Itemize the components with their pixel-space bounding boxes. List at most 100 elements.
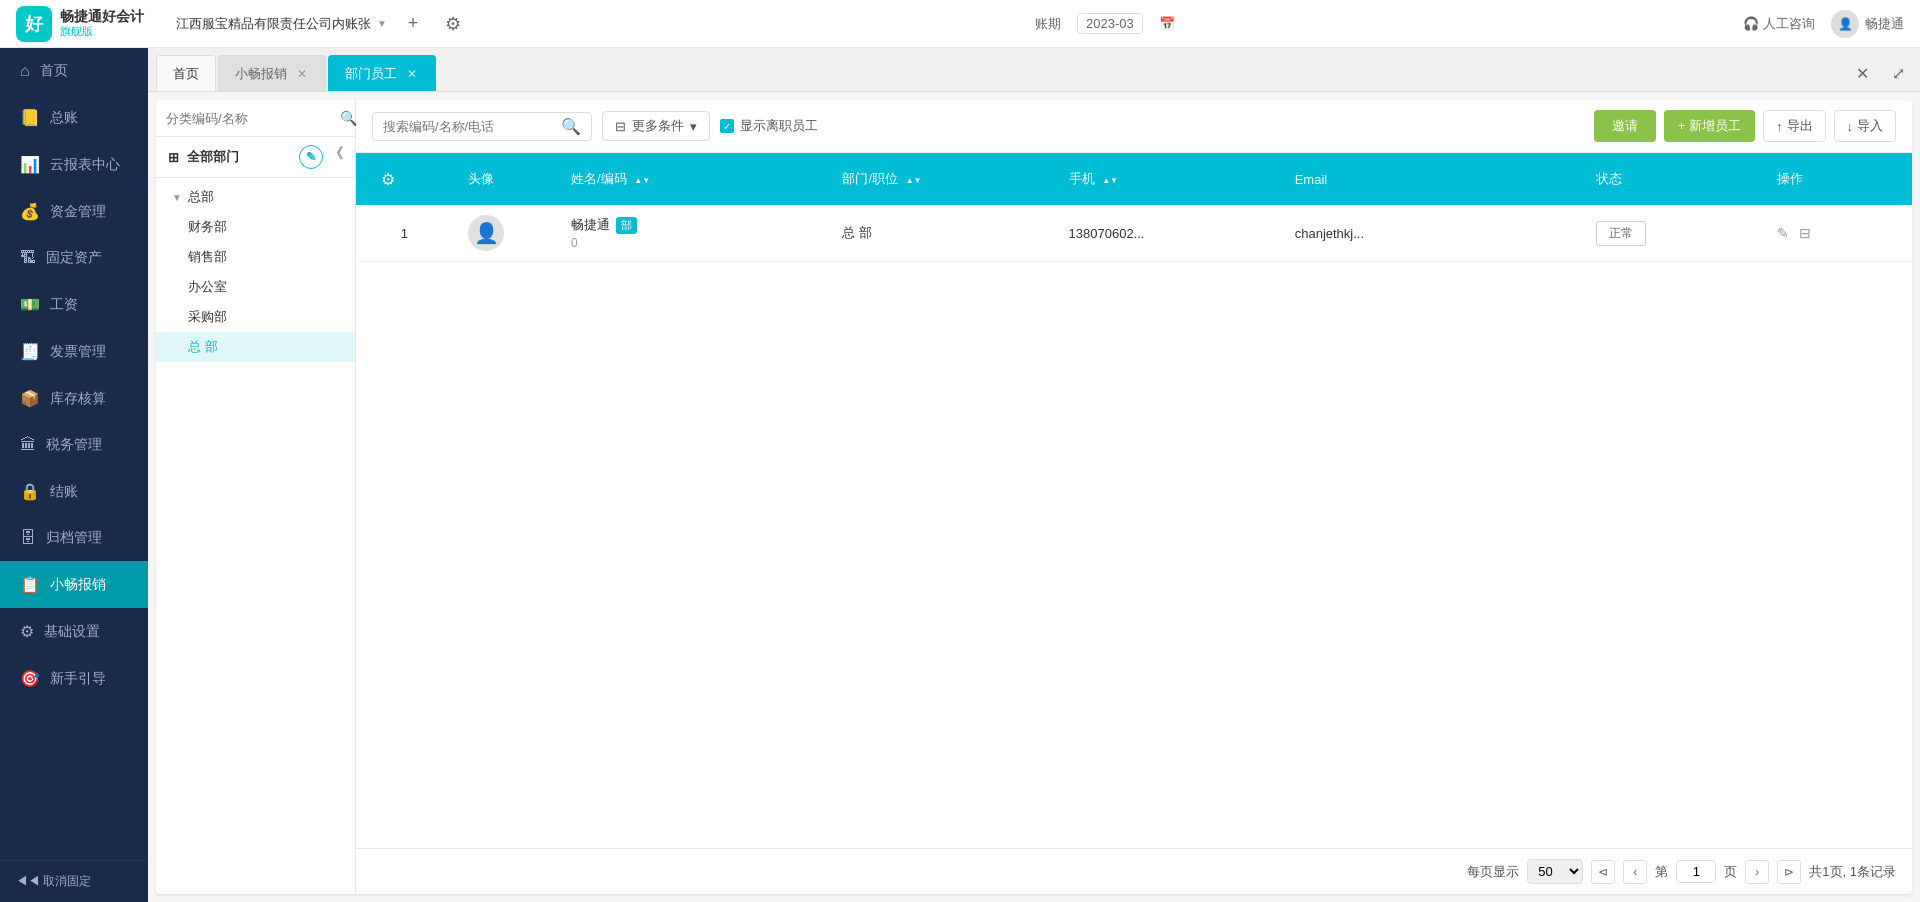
search-icon[interactable]: 🔍 (561, 117, 581, 136)
tab-xiaochang-expense[interactable]: 小畅报销 ✕ (218, 55, 326, 91)
last-page-btn[interactable]: ⊳ (1777, 860, 1801, 884)
tree-node-office-label: 办公室 (188, 278, 227, 296)
dept-grid-icon: ⊞ (168, 150, 179, 165)
tab-dept-employee[interactable]: 部门员工 ✕ (328, 55, 436, 91)
tree-node-finance-label: 财务部 (188, 218, 227, 236)
tree-node-sales[interactable]: 销售部 (156, 242, 355, 272)
per-page-select[interactable]: 50 100 (1527, 859, 1583, 884)
th-settings[interactable]: ⚙ (356, 153, 452, 205)
prev-page-btn[interactable]: ‹ (1623, 860, 1647, 884)
tree-header: ⊞ 全部部门 ✎ 《 (156, 137, 355, 178)
show-resigned-checkbox[interactable]: ✓ (720, 119, 734, 133)
sidebar-item-xiaochang[interactable]: 📋 小畅报销 (0, 561, 148, 608)
invite-button[interactable]: 邀请 (1594, 110, 1656, 142)
company-selector[interactable]: 江西服宝精品有限责任公司内账张 ▼ (176, 15, 387, 33)
content-area: 首页 小畅报销 ✕ 部门员工 ✕ ✕ ⤢ 🔍 (148, 48, 1920, 902)
sidebar-item-guide[interactable]: 🎯 新手引导 (0, 655, 148, 702)
employee-code: 0 (571, 236, 810, 250)
tree-node-finance[interactable]: 财务部 (156, 212, 355, 242)
sidebar-item-home[interactable]: ⌂ 首页 (0, 48, 148, 94)
logout-action-icon[interactable]: ⊟ (1799, 225, 1811, 241)
sidebar-item-close[interactable]: 🔒 结账 (0, 468, 148, 515)
sidebar-item-reports[interactable]: 📊 云报表中心 (0, 141, 148, 188)
sidebar-label-reports: 云报表中心 (50, 156, 120, 174)
sidebar-item-basic[interactable]: ⚙ 基础设置 (0, 608, 148, 655)
import-icon: ↓ (1847, 119, 1854, 134)
sidebar-label-general-ledger: 总账 (50, 109, 78, 127)
support-label: 人工咨询 (1763, 15, 1815, 33)
sidebar-item-payroll[interactable]: 💵 工资 (0, 281, 148, 328)
column-settings-icon[interactable]: ⚙ (372, 163, 404, 195)
sidebar-item-invoice[interactable]: 🧾 发票管理 (0, 328, 148, 375)
sidebar-label-fixed-assets: 固定资产 (46, 249, 102, 267)
tree-node-office[interactable]: 办公室 (156, 272, 355, 302)
unpin-label: ◀◀ 取消固定 (16, 873, 91, 890)
th-dept[interactable]: 部门/职位 ▲▼ (826, 153, 1052, 205)
search-input[interactable] (383, 119, 555, 134)
logo-area: 好 畅捷通好会计 旗舰版 (16, 6, 164, 42)
top-right-area: 🎧 人工咨询 👤 畅捷通 (1743, 10, 1904, 38)
add-button[interactable]: + (399, 10, 427, 38)
calendar-icon: 📅 (1159, 16, 1175, 31)
tree-node-general[interactable]: ▼ 总部 (156, 182, 355, 212)
sidebar-item-archive[interactable]: 🗄 归档管理 (0, 515, 148, 561)
support-area[interactable]: 🎧 人工咨询 (1743, 15, 1815, 33)
sidebar: ⌂ 首页 📒 总账 📊 云报表中心 💰 资金管理 🏗 固定资产 💵 工资 🧾 发… (0, 48, 148, 902)
tab-xiaochang-label: 小畅报销 (235, 65, 287, 83)
tab-dept-close[interactable]: ✕ (405, 66, 419, 82)
th-name[interactable]: 姓名/编码 ▲▼ (555, 153, 826, 205)
name-sort[interactable]: ▲▼ (634, 176, 650, 185)
sidebar-item-general-ledger[interactable]: 📒 总账 (0, 94, 148, 141)
export-button[interactable]: ↑ 导出 (1763, 110, 1826, 142)
tree-node-general-label: 总部 (188, 188, 214, 206)
row-actions: ✎ ⊟ (1777, 225, 1896, 241)
sidebar-label-guide: 新手引导 (50, 670, 106, 688)
sidebar-item-tax[interactable]: 🏛 税务管理 (0, 422, 148, 468)
user-name: 畅捷通 (1865, 15, 1904, 33)
tree-node-general-dept[interactable]: 总 部 (156, 332, 355, 362)
tree-node-purchase[interactable]: 采购部 (156, 302, 355, 332)
tab-close-all-btn[interactable]: ✕ (1848, 59, 1876, 87)
table-header-row: ⚙ 头像 姓名/编码 ▲▼ 部门/职位 (356, 153, 1912, 205)
sidebar-item-inventory[interactable]: 📦 库存核算 (0, 375, 148, 422)
employee-dept: 总 部 (842, 225, 872, 240)
tree-panel: 🔍 ⊞ 全部部门 ✎ 《 ▼ 总部 财务部 (156, 100, 356, 894)
filter-icon: ⊟ (615, 119, 626, 134)
reports-icon: 📊 (20, 155, 40, 174)
dept-sort[interactable]: ▲▼ (906, 176, 922, 185)
next-page-btn[interactable]: › (1745, 860, 1769, 884)
close-acct-icon: 🔒 (20, 482, 40, 501)
sidebar-item-fixed-assets[interactable]: 🏗 固定资产 (0, 235, 148, 281)
sidebar-item-fund[interactable]: 💰 资金管理 (0, 188, 148, 235)
tree-search-input[interactable] (166, 111, 334, 126)
data-table: ⚙ 头像 姓名/编码 ▲▼ 部门/职位 (356, 153, 1912, 848)
sidebar-label-home: 首页 (40, 62, 68, 80)
tab-home[interactable]: 首页 (156, 55, 216, 91)
home-icon: ⌂ (20, 62, 30, 80)
phone-sort[interactable]: ▲▼ (1102, 176, 1118, 185)
page-input[interactable] (1676, 860, 1716, 883)
unpin-button[interactable]: ◀◀ 取消固定 (0, 860, 148, 902)
tab-expand-btn[interactable]: ⤢ (1884, 59, 1912, 87)
first-page-btn[interactable]: ⊲ (1591, 860, 1615, 884)
period-value: 2023-03 (1077, 13, 1143, 34)
tree-search-icon[interactable]: 🔍 (340, 110, 357, 126)
tree-collapse-btn[interactable]: 《 (329, 145, 343, 169)
tree-edit-btn[interactable]: ✎ (299, 145, 323, 169)
user-info: 👤 畅捷通 (1831, 10, 1904, 38)
settings-top-button[interactable]: ⚙ (439, 10, 467, 38)
expand-arrow-general: ▼ (172, 192, 182, 203)
th-phone[interactable]: 手机 ▲▼ (1053, 153, 1279, 205)
tab-xiaochang-close[interactable]: ✕ (295, 66, 309, 82)
table-area: 🔍 ⊟ 更多条件 ▾ ✓ 显示离职员工 邀请 + 新增员工 (356, 100, 1912, 894)
edit-action-icon[interactable]: ✎ (1777, 225, 1789, 241)
sidebar-label-basic: 基础设置 (44, 623, 100, 641)
search-box: 🔍 (372, 112, 592, 141)
filter-button[interactable]: ⊟ 更多条件 ▾ (602, 111, 710, 141)
guide-icon: 🎯 (20, 669, 40, 688)
cell-index: 1 (356, 205, 452, 262)
import-button[interactable]: ↓ 导入 (1834, 110, 1897, 142)
add-employee-button[interactable]: + 新增员工 (1664, 110, 1755, 142)
name-badge-area: 畅捷通 部 (571, 216, 810, 234)
invoice-icon: 🧾 (20, 342, 40, 361)
